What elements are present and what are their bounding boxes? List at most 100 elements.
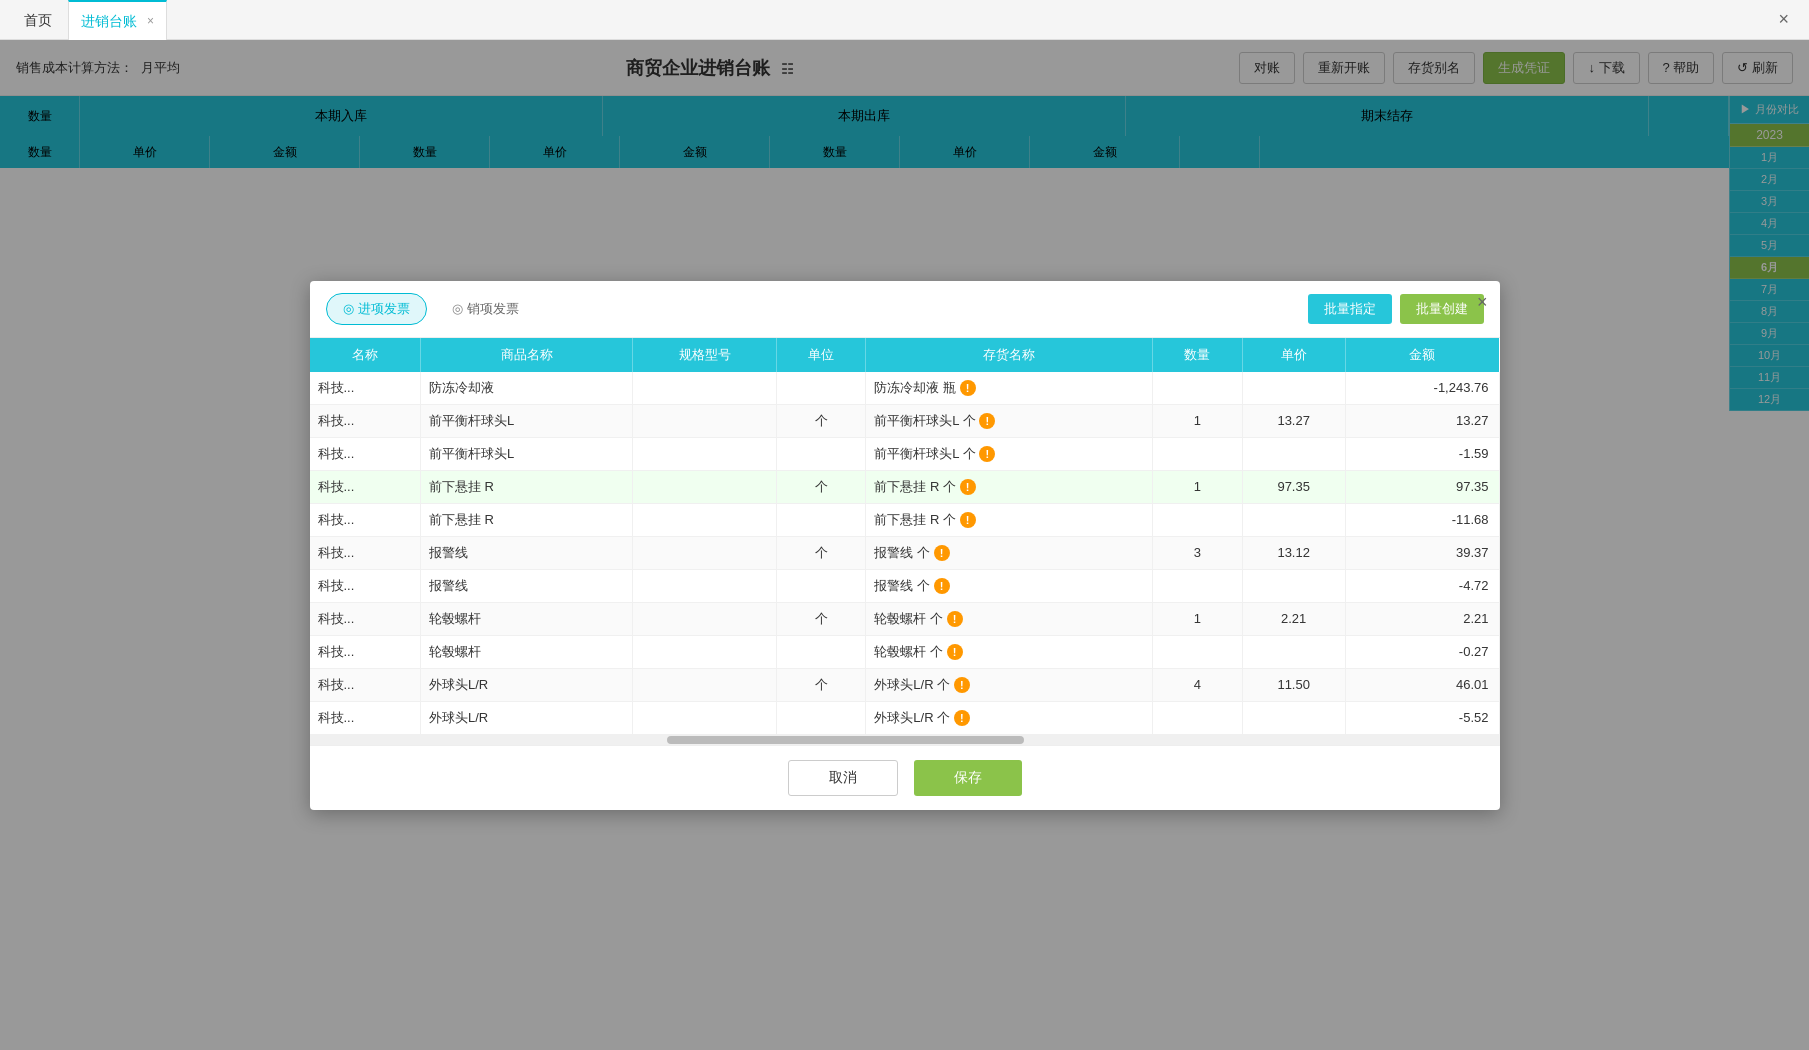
warning-icon: ! [954,710,970,726]
tab-active-label: 进销台账 [81,1,137,41]
warning-icon: ! [947,611,963,627]
cell-price: 11.50 [1242,668,1345,701]
cell-stock: 防冻冷却液 瓶 ! [866,372,1153,405]
modal-scrollbar[interactable] [310,735,1500,745]
cell-amount: -0.27 [1345,635,1499,668]
cell-price [1242,372,1345,405]
modal-close-icon[interactable]: × [1477,293,1488,311]
modal-table-wrap[interactable]: 名称 商品名称 规格型号 单位 存货名称 数量 单价 金额 科技... 防冻冷却… [310,338,1500,735]
cell-price [1242,437,1345,470]
cell-unit: 个 [776,470,865,503]
cell-amount: -11.68 [1345,503,1499,536]
cell-price [1242,569,1345,602]
window-close-icon[interactable]: × [1766,9,1801,30]
warning-icon: ! [947,644,963,660]
table-row: 科技... 前平衡杆球头L 前平衡杆球头L 个 ! -1.59 [310,437,1500,470]
th-spec: 规格型号 [633,338,776,372]
cell-qty [1153,569,1242,602]
cell-price: 2.21 [1242,602,1345,635]
cell-product: 前平衡杆球头L [420,437,633,470]
cell-unit [776,701,865,734]
tab-home[interactable]: 首页 [8,0,68,40]
cancel-button[interactable]: 取消 [788,760,898,796]
modal-table: 名称 商品名称 规格型号 单位 存货名称 数量 单价 金额 科技... 防冻冷却… [310,338,1500,735]
modal-scrollbar-thumb [667,736,1024,744]
cell-name: 科技... [310,503,421,536]
tab-close-icon[interactable]: × [147,1,154,41]
cell-product: 前平衡杆球头L [420,404,633,437]
cell-product: 报警线 [420,536,633,569]
cell-qty [1153,372,1242,405]
cell-unit [776,437,865,470]
th-price: 单价 [1242,338,1345,372]
cell-name: 科技... [310,437,421,470]
cell-qty [1153,503,1242,536]
save-button[interactable]: 保存 [914,760,1022,796]
th-name: 名称 [310,338,421,372]
cell-amount: -1,243.76 [1345,372,1499,405]
cell-name: 科技... [310,372,421,405]
modal-footer: 取消 保存 [310,745,1500,810]
batch-assign-button[interactable]: 批量指定 [1308,294,1392,324]
cell-amount: 2.21 [1345,602,1499,635]
cell-unit: 个 [776,602,865,635]
modal-actions: 批量指定 批量创建 [1308,294,1484,324]
cell-name: 科技... [310,569,421,602]
tab-active[interactable]: 进销台账 × [68,0,167,40]
top-bar: 首页 进销台账 × × [0,0,1809,40]
cell-amount: 39.37 [1345,536,1499,569]
table-row: 科技... 外球头L/R 外球头L/R 个 ! -5.52 [310,701,1500,734]
modal-dialog: ◎ 进项发票 ◎ 销项发票 批量指定 批量创建 × 名称 [310,281,1500,810]
table-row: 科技... 轮毂螺杆 个 轮毂螺杆 个 ! 1 2.21 2.21 [310,602,1500,635]
cell-price [1242,701,1345,734]
cell-name: 科技... [310,668,421,701]
cell-spec [633,635,776,668]
cell-qty: 1 [1153,404,1242,437]
cell-qty [1153,701,1242,734]
cell-qty: 1 [1153,602,1242,635]
cell-spec [633,503,776,536]
table-row: 科技... 轮毂螺杆 轮毂螺杆 个 ! -0.27 [310,635,1500,668]
cell-spec [633,404,776,437]
cell-stock: 前下悬挂 R 个 ! [866,470,1153,503]
table-row: 科技... 前平衡杆球头L 个 前平衡杆球头L 个 ! 1 13.27 13.2… [310,404,1500,437]
cell-price: 97.35 [1242,470,1345,503]
cell-amount: 13.27 [1345,404,1499,437]
cell-name: 科技... [310,701,421,734]
cell-product: 报警线 [420,569,633,602]
cell-amount: -4.72 [1345,569,1499,602]
warning-icon: ! [960,512,976,528]
cell-amount: 97.35 [1345,470,1499,503]
warning-icon: ! [934,545,950,561]
warning-icon: ! [979,413,995,429]
tab-incoming-invoice[interactable]: ◎ 进项发票 [326,293,427,325]
cell-product: 外球头L/R [420,668,633,701]
batch-create-button[interactable]: 批量创建 [1400,294,1484,324]
cell-product: 防冻冷却液 [420,372,633,405]
cell-spec [633,602,776,635]
cell-name: 科技... [310,635,421,668]
cell-stock: 外球头L/R 个 ! [866,668,1153,701]
cell-spec [633,668,776,701]
cell-stock: 轮毂螺杆 个 ! [866,635,1153,668]
cell-price: 13.12 [1242,536,1345,569]
warning-icon: ! [954,677,970,693]
cell-price [1242,635,1345,668]
warning-icon: ! [979,446,995,462]
table-row: 科技... 前下悬挂 R 前下悬挂 R 个 ! -11.68 [310,503,1500,536]
cell-stock: 外球头L/R 个 ! [866,701,1153,734]
table-row: 科技... 外球头L/R 个 外球头L/R 个 ! 4 11.50 46.01 [310,668,1500,701]
cell-name: 科技... [310,470,421,503]
cell-spec [633,569,776,602]
tab-outgoing-invoice[interactable]: ◎ 销项发票 [435,293,536,325]
cell-qty: 3 [1153,536,1242,569]
cell-unit: 个 [776,536,865,569]
table-header-row: 名称 商品名称 规格型号 单位 存货名称 数量 单价 金额 [310,338,1500,372]
cell-price: 13.27 [1242,404,1345,437]
cell-spec [633,470,776,503]
cell-amount: -1.59 [1345,437,1499,470]
cell-qty [1153,437,1242,470]
cell-product: 外球头L/R [420,701,633,734]
cell-product: 轮毂螺杆 [420,602,633,635]
table-row: 科技... 前下悬挂 R 个 前下悬挂 R 个 ! 1 97.35 97.35 [310,470,1500,503]
